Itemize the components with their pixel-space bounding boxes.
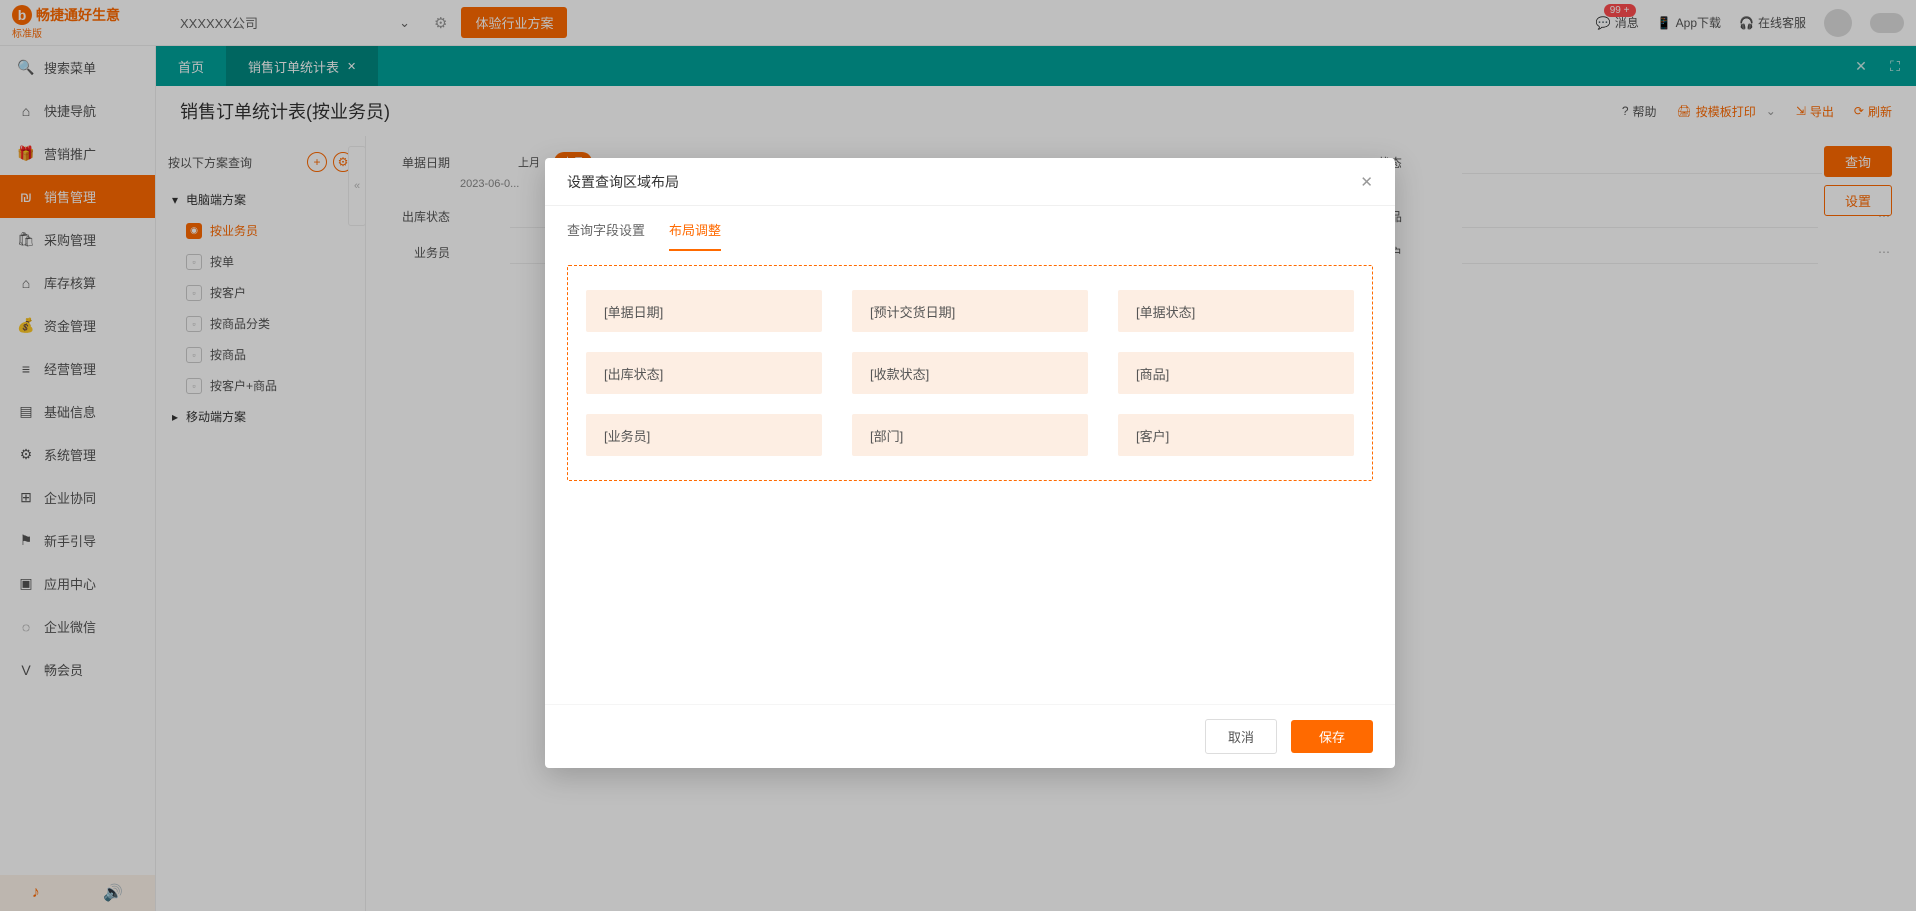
layout-drop-zone[interactable]: [单据日期] [预计交货日期] [单据状态] [出库状态] [收款状态] [商品] [业务员… xyxy=(567,265,1373,481)
modal-title: 设置查询区域布局 xyxy=(567,172,679,192)
modal-close-button[interactable]: ✕ xyxy=(1360,173,1373,191)
layout-field-0[interactable]: [单据日期] xyxy=(586,290,822,332)
tab-query-fields[interactable]: 查询字段设置 xyxy=(567,220,645,251)
modal-tabs: 查询字段设置 布局调整 xyxy=(545,206,1395,251)
save-button[interactable]: 保存 xyxy=(1291,720,1373,753)
layout-field-3[interactable]: [出库状态] xyxy=(586,352,822,394)
modal-header: 设置查询区域布局 ✕ xyxy=(545,158,1395,206)
layout-field-7[interactable]: [部门] xyxy=(852,414,1088,456)
layout-field-5[interactable]: [商品] xyxy=(1118,352,1354,394)
tab-layout-adjust[interactable]: 布局调整 xyxy=(669,220,721,251)
layout-field-4[interactable]: [收款状态] xyxy=(852,352,1088,394)
modal-footer: 取消 保存 xyxy=(545,704,1395,768)
layout-field-8[interactable]: [客户] xyxy=(1118,414,1354,456)
layout-field-6[interactable]: [业务员] xyxy=(586,414,822,456)
layout-field-2[interactable]: [单据状态] xyxy=(1118,290,1354,332)
layout-settings-modal: 设置查询区域布局 ✕ 查询字段设置 布局调整 [单据日期][预计交货日期][单据… xyxy=(545,158,1395,768)
layout-field-1[interactable]: [预计交货日期] xyxy=(852,290,1088,332)
cancel-button[interactable]: 取消 xyxy=(1205,719,1277,754)
